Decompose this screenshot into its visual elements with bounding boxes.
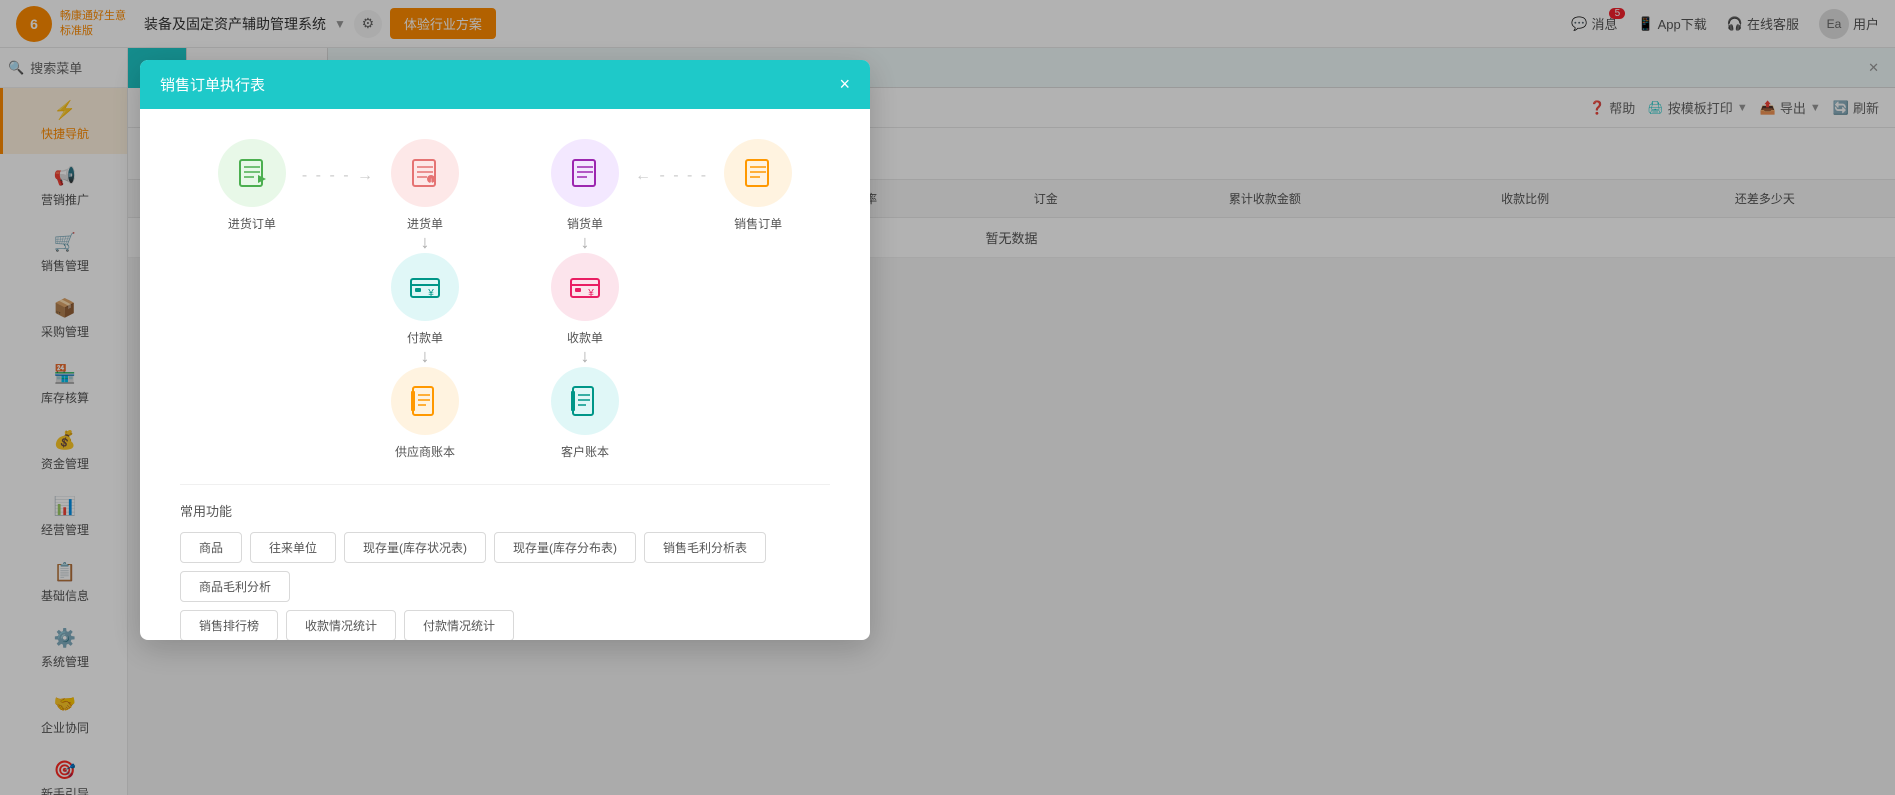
payment-out-circle: ¥ — [391, 253, 459, 321]
func-btn-stock-status[interactable]: 现存量(库存状况表) — [344, 532, 486, 563]
modal-header: 销售订单执行表 × — [140, 60, 870, 109]
down-arr-sb: ↓ — [551, 232, 619, 253]
svg-text:¥: ¥ — [587, 288, 594, 299]
purchase-bill-circle: ↓ — [391, 139, 459, 207]
flow-arrows-row2: ↓ ↓ — [180, 232, 830, 253]
spacer-so — [667, 232, 735, 253]
spacer-r4-3 — [475, 346, 535, 367]
svg-text:¥: ¥ — [427, 288, 434, 299]
modal-close-button[interactable]: × — [839, 74, 850, 95]
purchase-order-label: 进货订单 — [228, 215, 276, 232]
func-btn-sales-rank[interactable]: 销售排行榜 — [180, 610, 278, 640]
sales-bill-label: 销货单 — [567, 215, 603, 232]
modal-title: 销售订单执行表 — [160, 74, 265, 95]
flow-row-5: 供应商账本 — [275, 367, 735, 460]
purchase-bill-label: 进货单 — [407, 215, 443, 232]
spacer-po — [275, 232, 343, 253]
spacer-r4-2 — [359, 346, 375, 367]
down-arr-pmt-out: ↓ — [391, 346, 459, 367]
func-btn-sales-margin[interactable]: 销售毛利分析表 — [644, 532, 766, 563]
flow-node-payment-in[interactable]: ¥ 收款单 — [551, 253, 619, 346]
app-container: 6 畅康通好生意 标准版 装备及固定资产辅助管理系统 ▼ ⚙ 体验行业方案 💬 … — [0, 0, 1895, 795]
down-arr-pb: ↓ — [391, 232, 459, 253]
spacer-r4-5 — [667, 346, 735, 367]
payment-in-label: 收款单 — [567, 329, 603, 346]
modal-body: 进货订单 - - - - → — [140, 109, 870, 640]
func-btn-receipt-stat[interactable]: 收款情况统计 — [286, 610, 396, 640]
customer-ledger-circle — [551, 367, 619, 435]
flow-diagram: 进货订单 - - - - → — [180, 139, 830, 460]
modal-box: 销售订单执行表 × — [140, 60, 870, 640]
func-buttons-row2: 销售排行榜 收款情况统计 付款情况统计 — [180, 610, 830, 640]
supplier-ledger-label: 供应商账本 — [395, 443, 455, 460]
func-btn-partner[interactable]: 往来单位 — [250, 532, 336, 563]
svg-text:↓: ↓ — [429, 176, 433, 185]
flow-node-supplier-ledger[interactable]: 供应商账本 — [391, 367, 459, 460]
arrow-so-to-sb: ← - - - - — [635, 167, 708, 185]
sales-order-icon — [742, 157, 774, 189]
flow-node-sales-order[interactable]: 销售订单 — [724, 139, 792, 232]
main-area: 🔍 搜索菜单 ⚡ 快捷导航 📢 营销推广 🛒 销售管理 📦 采 — [0, 48, 1895, 795]
down-arr-pmt-in: ↓ — [551, 346, 619, 367]
flow-node-sales-bill[interactable]: 销货单 — [551, 139, 619, 232]
sales-order-circle — [724, 139, 792, 207]
sales-bill-icon — [569, 157, 601, 189]
spacer-arr2 — [635, 232, 651, 253]
flow-node-purchase-order[interactable]: 进货订单 — [218, 139, 286, 232]
supplier-ledger-circle — [391, 367, 459, 435]
payment-out-label: 付款单 — [407, 329, 443, 346]
common-functions-section: 常用功能 商品 往来单位 现存量(库存状况表) 现存量(库存分布表) 销售毛利分… — [180, 484, 830, 640]
purchase-bill-icon: ↓ — [409, 157, 441, 189]
func-btn-stock-dist[interactable]: 现存量(库存分布表) — [494, 532, 636, 563]
supplier-ledger-icon — [409, 385, 441, 417]
customer-ledger-icon — [569, 385, 601, 417]
spacer-r4-4 — [635, 346, 651, 367]
func-btn-product[interactable]: 商品 — [180, 532, 242, 563]
flow-node-purchase-bill[interactable]: ↓ 进货单 — [391, 139, 459, 232]
modal-overlay: 销售订单执行表 × — [128, 48, 1895, 795]
func-btn-product-margin[interactable]: 商品毛利分析 — [180, 571, 290, 602]
flow-row-1: 进货订单 - - - - → — [218, 139, 792, 232]
flow-row-3: ¥ 付款单 — [275, 253, 735, 346]
func-btn-payment-stat[interactable]: 付款情况统计 — [404, 610, 514, 640]
sales-order-label: 销售订单 — [734, 215, 782, 232]
flow-node-payment-out[interactable]: ¥ 付款单 — [391, 253, 459, 346]
payment-in-icon: ¥ — [569, 271, 601, 303]
spacer2 — [475, 232, 535, 253]
arrow-po-to-pb: - - - - → — [302, 167, 375, 185]
flow-arrows-row4: ↓ ↓ — [180, 346, 830, 367]
sales-bill-circle — [551, 139, 619, 207]
flow-node-customer-ledger[interactable]: 客户账本 — [551, 367, 619, 460]
func-buttons-row1: 商品 往来单位 现存量(库存状况表) 现存量(库存分布表) 销售毛利分析表 商品… — [180, 532, 830, 602]
customer-ledger-label: 客户账本 — [561, 443, 609, 460]
spacer-r4-1 — [275, 346, 343, 367]
purchase-order-circle — [218, 139, 286, 207]
payment-out-icon: ¥ — [409, 271, 441, 303]
purchase-order-icon — [236, 157, 268, 189]
content-area: 首页 销售订单执行表 × ✕ ❓ 帮助 🖨 按模板打印 ▼ — [128, 48, 1895, 795]
payment-in-circle: ¥ — [551, 253, 619, 321]
spacer-arr1 — [359, 232, 375, 253]
common-functions-title: 常用功能 — [180, 501, 830, 520]
